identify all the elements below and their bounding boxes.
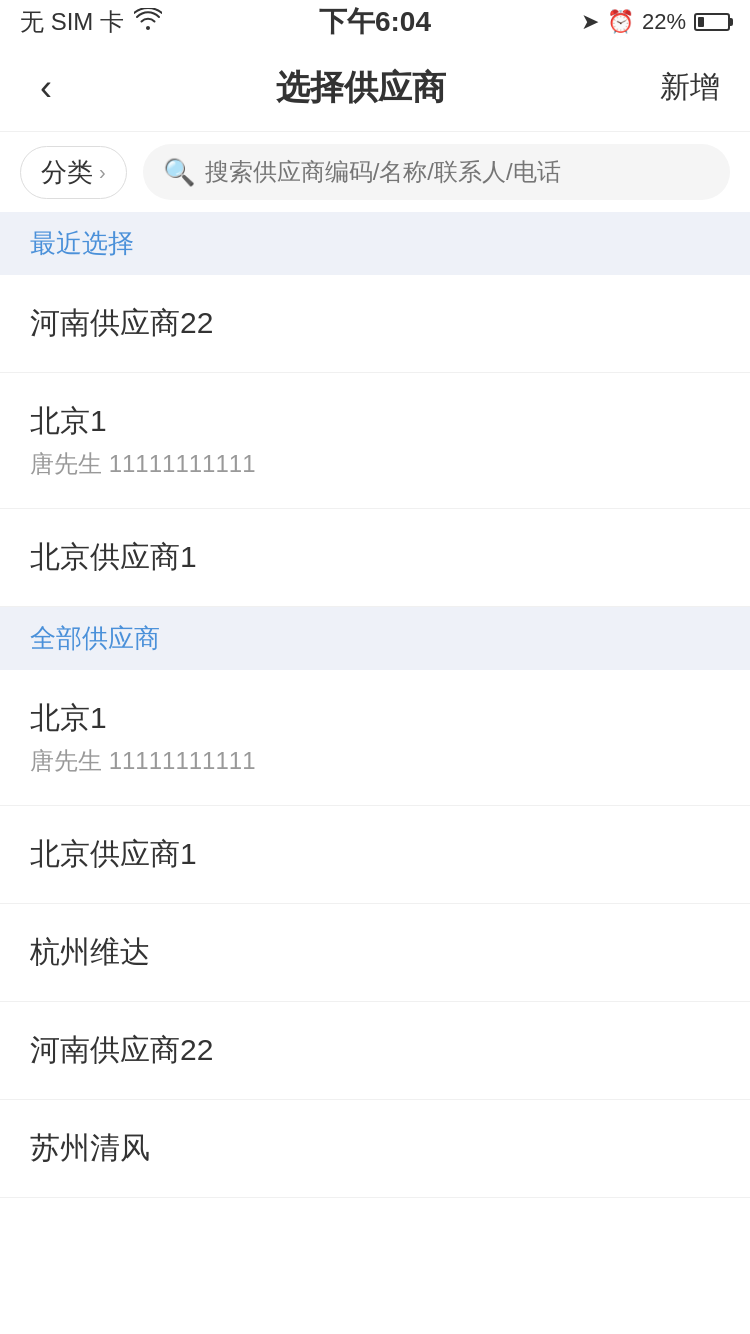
list-item[interactable]: 苏州清风 bbox=[0, 1100, 750, 1198]
list-item[interactable]: 北京供应商1 bbox=[0, 509, 750, 607]
list-item[interactable]: 北京1 唐先生 11111111111 bbox=[0, 373, 750, 509]
search-box[interactable]: 🔍 bbox=[143, 144, 730, 200]
location-icon: ➤ bbox=[581, 9, 599, 35]
search-input[interactable] bbox=[205, 158, 710, 186]
recent-list: 河南供应商22 北京1 唐先生 11111111111 北京供应商1 bbox=[0, 275, 750, 607]
filter-bar: 分类 › 🔍 bbox=[0, 132, 750, 212]
list-item[interactable]: 河南供应商22 bbox=[0, 275, 750, 373]
list-item[interactable]: 杭州维达 bbox=[0, 904, 750, 1002]
list-item[interactable]: 北京供应商1 bbox=[0, 806, 750, 904]
nav-bar: ‹ 选择供应商 新增 bbox=[0, 44, 750, 132]
battery-icon bbox=[694, 13, 730, 31]
item-name: 北京供应商1 bbox=[30, 834, 720, 875]
no-sim-label: 无 SIM 卡 bbox=[20, 6, 124, 38]
all-section-header: 全部供应商 bbox=[0, 607, 750, 670]
item-sub: 唐先生 11111111111 bbox=[30, 745, 720, 777]
alarm-icon: ⏰ bbox=[607, 9, 634, 35]
battery-fill bbox=[698, 17, 704, 27]
battery-percent: 22% bbox=[642, 9, 686, 35]
item-sub: 唐先生 11111111111 bbox=[30, 448, 720, 480]
item-name: 北京1 bbox=[30, 401, 720, 442]
chevron-right-icon: › bbox=[99, 161, 106, 184]
category-filter[interactable]: 分类 › bbox=[20, 146, 127, 199]
item-name: 河南供应商22 bbox=[30, 303, 720, 344]
recent-section-label: 最近选择 bbox=[30, 228, 134, 258]
all-list: 北京1 唐先生 11111111111 北京供应商1 杭州维达河南供应商22 苏州清风 bbox=[0, 670, 750, 1198]
status-right: ➤ ⏰ 22% bbox=[581, 9, 730, 35]
item-name: 北京1 bbox=[30, 698, 720, 739]
back-button[interactable]: ‹ bbox=[30, 57, 62, 119]
status-left: 无 SIM 卡 bbox=[20, 6, 162, 38]
list-item[interactable]: 河南供应商22 bbox=[0, 1002, 750, 1100]
item-name: 河南供应商22 bbox=[30, 1030, 720, 1071]
item-name: 苏州清风 bbox=[30, 1128, 720, 1169]
add-button[interactable]: 新增 bbox=[660, 67, 720, 108]
page-title: 选择供应商 bbox=[276, 65, 446, 111]
status-bar: 无 SIM 卡 下午6:04 ➤ ⏰ 22% bbox=[0, 0, 750, 44]
search-icon: 🔍 bbox=[163, 157, 195, 188]
wifi-icon bbox=[134, 8, 162, 36]
list-item[interactable]: 北京1 唐先生 11111111111 bbox=[0, 670, 750, 806]
status-time: 下午6:04 bbox=[319, 3, 431, 41]
category-label: 分类 bbox=[41, 155, 93, 190]
item-name: 杭州维达 bbox=[30, 932, 720, 973]
all-section-label: 全部供应商 bbox=[30, 623, 160, 653]
recent-section-header: 最近选择 bbox=[0, 212, 750, 275]
item-name: 北京供应商1 bbox=[30, 537, 720, 578]
